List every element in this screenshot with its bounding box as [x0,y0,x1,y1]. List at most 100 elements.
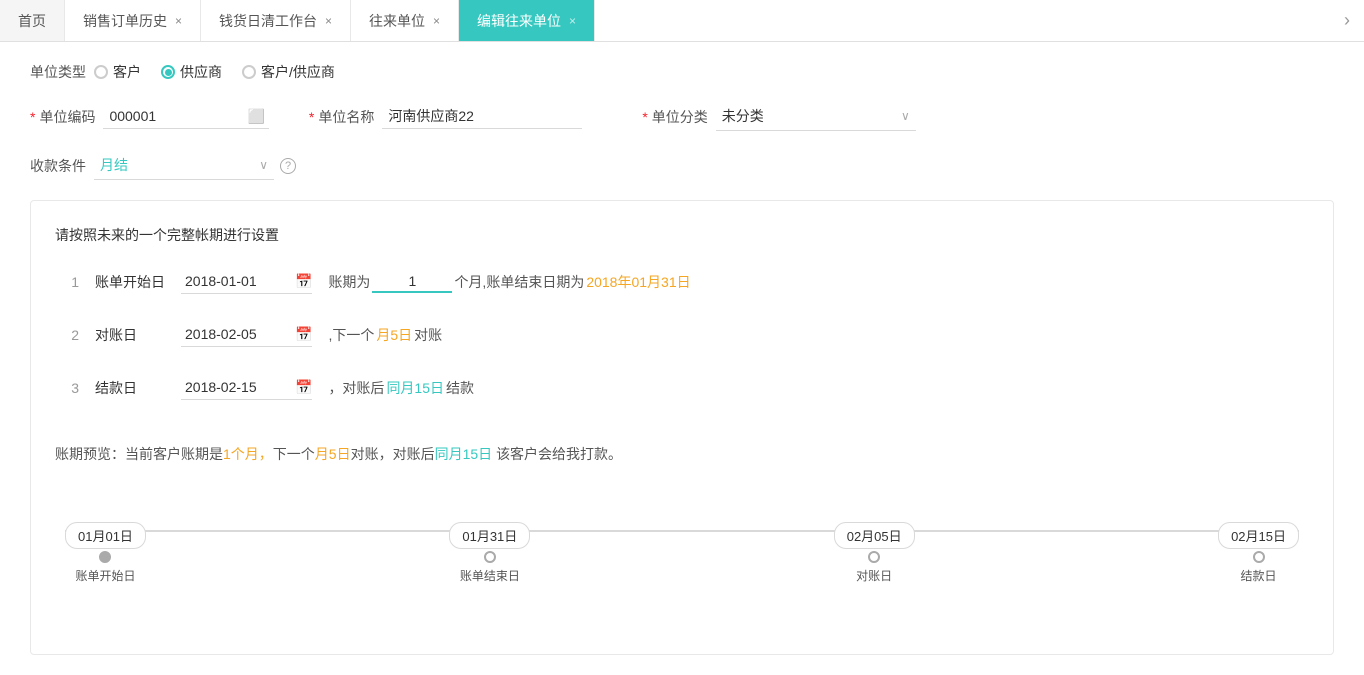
step-row-3: 3 结款日 📅 ，对账后 同月15日 结款 [55,375,1309,400]
timeline-nodes: 01月01日 账单开始日 01月31日 账单结束日 02月05日 对账日 [65,522,1299,584]
tab-sales-history-label: 销售订单历史 [83,11,167,31]
step-desc-1: 账期为 个月,账单结束日期为 2018年01月31日 [328,271,690,293]
preview-text: 账期预览：当前客户账期是1个月，下一个月5日对账，对账后同月15日 该客户会给我… [55,444,1309,464]
unit-type-field: 单位类型 客户 供应商 客户/供应商 [30,62,335,82]
unit-code-input[interactable] [103,104,243,128]
tab-edit-partner[interactable]: 编辑往来单位 × [459,0,595,41]
step-label-2: 对账日 [95,325,165,345]
node-label-3: 对账日 [856,567,892,584]
tab-partner[interactable]: 往来单位 × [351,0,459,41]
date-input-2: 📅 [181,322,312,347]
main-content: 单位类型 客户 供应商 客户/供应商 * 单位编码 [0,42,1364,675]
required-star: * [309,109,314,125]
node-label-2: 账单结束日 [460,567,520,584]
step-row-2: 2 对账日 📅 ,下一个 月5日 对账 [55,322,1309,347]
unit-type-label: 单位类型 [30,62,86,82]
step-desc-suffix-2: 对账 [414,325,442,345]
node-date-1: 01月01日 [65,522,146,549]
payment-row: 收款条件 月结 ∨ ? [30,151,1334,180]
node-label-1: 账单开始日 [75,567,135,584]
radio-customer-label: 客户 [113,62,141,82]
radio-customer[interactable]: 客户 [94,62,141,82]
unit-code-field: * 单位编码 ⬜ [30,104,269,129]
preview-day2: 同月15日 [435,446,493,462]
payment-select[interactable]: 月结 ∨ [94,151,274,180]
close-icon[interactable]: × [433,14,440,28]
required-star: * [642,109,647,125]
close-icon[interactable]: × [569,14,576,28]
radio-supplier-label: 供应商 [180,62,222,82]
calendar-icon[interactable]: 📅 [295,326,312,343]
step-num-1: 1 [55,274,79,290]
calendar-icon[interactable]: 📅 [295,273,312,290]
step-row-1: 1 账单开始日 📅 账期为 个月,账单结束日期为 2018年01月31日 [55,269,1309,294]
unit-category-field: * 单位分类 未分类 ∨ [642,102,915,131]
radio-supplier[interactable]: 供应商 [161,62,222,82]
step-desc-prefix-1: 账期为 [328,272,370,292]
unit-code-label: 单位编码 [39,107,95,127]
chevron-down-icon: ∨ [259,158,268,172]
unit-name-field: * 单位名称 [309,104,582,129]
tab-cash-work-label: 钱货日清工作台 [219,11,317,31]
radio-circle-supplier [161,65,175,79]
node-date-3: 02月05日 [834,522,915,549]
preview-middle: 下一个 [273,446,315,462]
radio-circle-both [242,65,256,79]
tab-edit-partner-label: 编辑往来单位 [477,11,561,31]
tab-bar: 首页 销售订单历史 × 钱货日清工作台 × 往来单位 × 编辑往来单位 × › [0,0,1364,42]
unit-type-row: 单位类型 客户 供应商 客户/供应商 [30,62,1334,82]
date-input-3: 📅 [181,375,312,400]
radio-group: 客户 供应商 客户/供应商 [94,62,335,82]
unit-name-label: 单位名称 [318,107,374,127]
payment-label: 收款条件 [30,156,86,176]
radio-circle-customer [94,65,108,79]
step-desc-suffix-3: 结款 [446,378,474,398]
step-desc-2: ,下一个 月5日 对账 [328,325,442,345]
node-date-2: 01月31日 [449,522,530,549]
tab-cash-work[interactable]: 钱货日清工作台 × [201,0,351,41]
tab-more-button[interactable]: › [1330,0,1364,41]
unit-name-input[interactable] [382,104,582,129]
step-label-1: 账单开始日 [95,272,165,292]
date-field-3[interactable] [181,375,291,399]
preview-months: 1个月， [223,446,273,462]
tab-sales-history[interactable]: 销售订单历史 × [65,0,201,41]
copy-icon[interactable]: ⬜ [243,106,268,127]
step-num-3: 3 [55,380,79,396]
help-icon[interactable]: ? [280,158,296,174]
step-desc-prefix-2: ,下一个 [328,325,374,345]
node-dot-3 [868,551,880,563]
node-dot-1 [99,551,111,563]
date-field-2[interactable] [181,322,291,346]
step-num-2: 2 [55,327,79,343]
payment-value: 月结 [100,155,251,175]
step-desc-3: ，对账后 同月15日 结款 [328,378,474,398]
step-desc-prefix-3: ，对账后 [328,378,384,398]
radio-both[interactable]: 客户/供应商 [242,62,335,82]
required-star: * [30,109,35,125]
highlight-date-1: 2018年01月31日 [586,272,690,292]
tab-home-label: 首页 [18,11,46,31]
unit-category-label: 单位分类 [652,107,708,127]
month-input[interactable] [372,271,452,293]
step-label-3: 结款日 [95,378,165,398]
close-icon[interactable]: × [175,14,182,28]
tab-home[interactable]: 首页 [0,0,65,41]
date-field-1[interactable] [181,269,291,293]
preview-prefix: 账期预览：当前客户账期是 [55,446,223,462]
preview-suffix: 该客户会给我打款。 [496,446,622,462]
calendar-icon[interactable]: 📅 [295,379,312,396]
node-date-4: 02月15日 [1218,522,1299,549]
unit-code-input-wrapper: ⬜ [103,104,268,129]
radio-both-label: 客户/供应商 [261,62,335,82]
node-dot-4 [1253,551,1265,563]
unit-category-select[interactable]: 未分类 ∨ [716,102,916,131]
payment-field: 收款条件 月结 ∨ ? [30,151,296,180]
close-icon[interactable]: × [325,14,332,28]
step-desc-suffix-1: 个月,账单结束日期为 [454,272,584,292]
timeline-node-3: 02月05日 对账日 [834,522,915,584]
tab-partner-label: 往来单位 [369,11,425,31]
preview-section: 账期预览：当前客户账期是1个月，下一个月5日对账，对账后同月15日 该客户会给我… [55,428,1309,624]
timeline: 01月01日 账单开始日 01月31日 账单结束日 02月05日 对账日 [65,492,1299,624]
preview-middle2: 对账，对账后 [351,446,435,462]
